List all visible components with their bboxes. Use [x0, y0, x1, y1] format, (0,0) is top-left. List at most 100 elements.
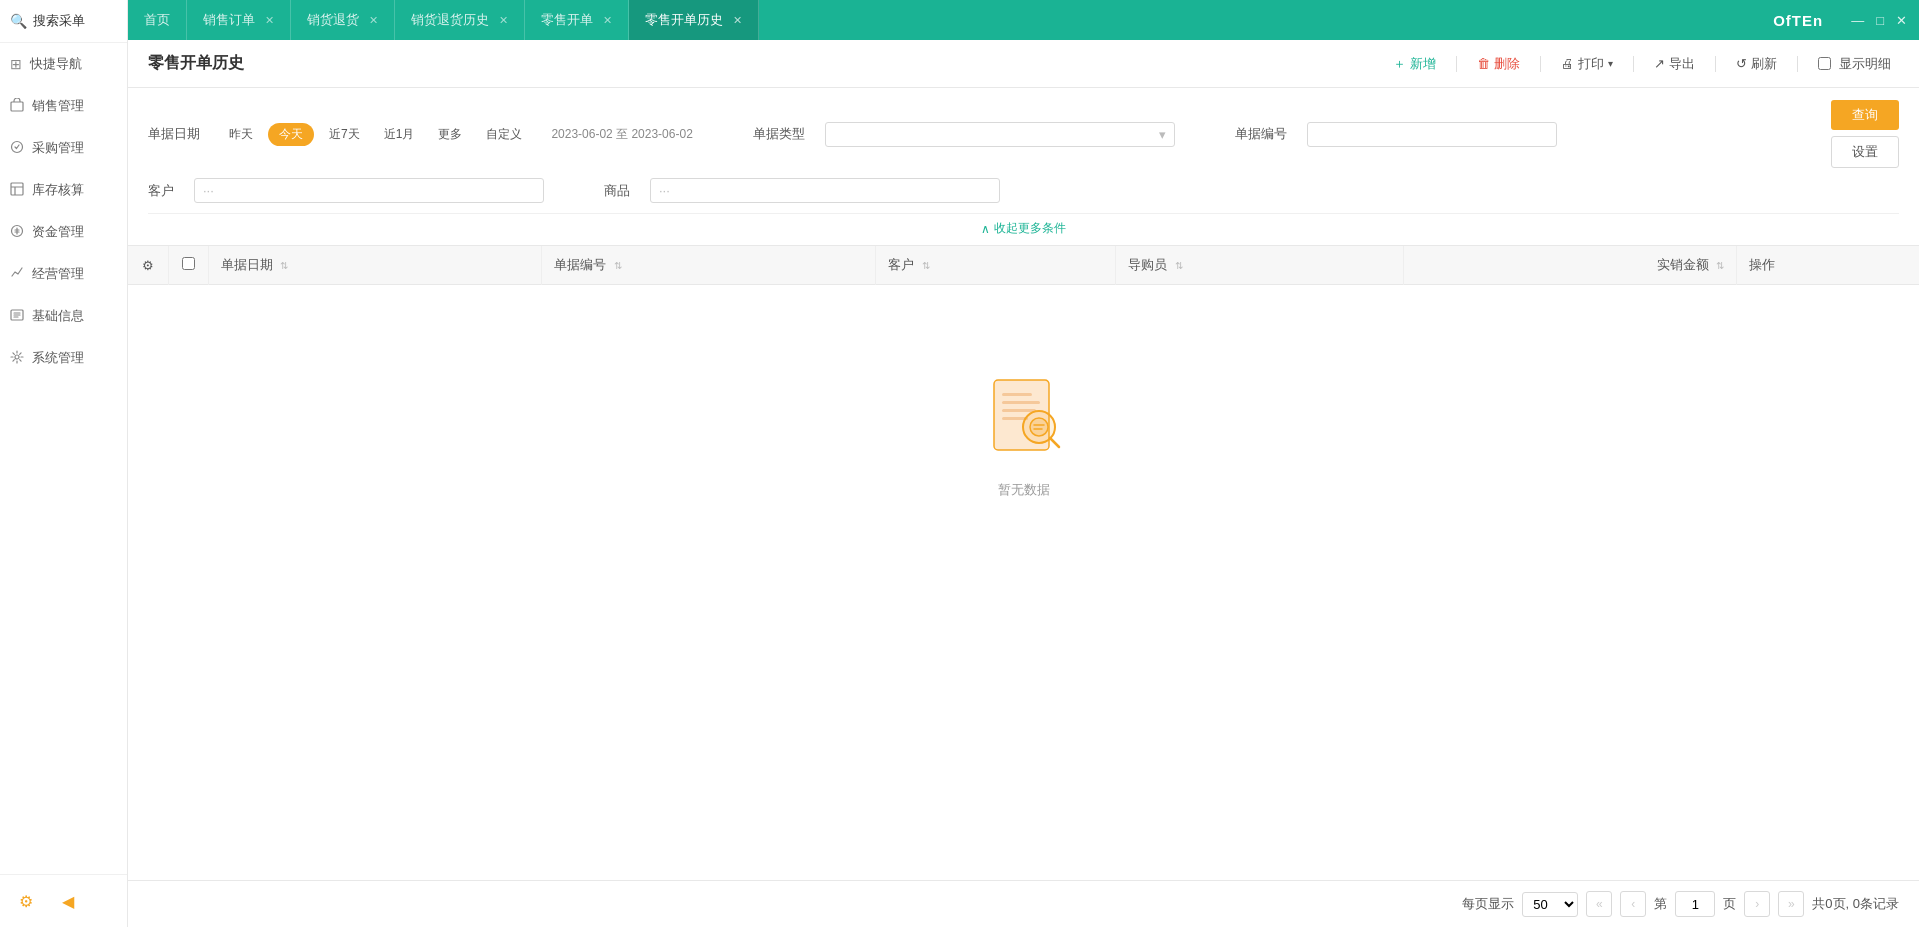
th-customer[interactable]: 客户 ⇅ — [876, 246, 1116, 285]
divider3 — [1633, 56, 1634, 72]
show-detail-checkbox[interactable] — [1818, 57, 1831, 70]
date-today-btn[interactable]: 今天 — [268, 123, 314, 146]
top-navigation: 首页 销售订单 ✕ 销货退货 ✕ 销货退货历史 ✕ 零售开单 ✕ 零售开单历史 … — [128, 0, 1919, 40]
window-close[interactable]: ✕ — [1896, 13, 1907, 28]
th-action-label: 操作 — [1749, 257, 1775, 272]
tab-sales-return-history[interactable]: 销货退货历史 ✕ — [395, 0, 525, 40]
salesperson-sort-icon: ⇅ — [1175, 260, 1183, 271]
tab-sales-return-close[interactable]: ✕ — [369, 14, 378, 27]
tab-sales-return-history-label: 销货退货历史 — [411, 11, 489, 29]
filter-row-1: 单据日期 昨天 今天 近7天 近1月 更多 自定义 2023-06-02 至 2… — [148, 100, 1899, 168]
filter-setting-button[interactable]: 设置 — [1831, 136, 1899, 168]
sidebar-item-basic-info[interactable]: 基础信息 — [0, 295, 127, 337]
current-page-input[interactable] — [1675, 891, 1715, 917]
tab-retail-open[interactable]: 零售开单 ✕ — [525, 0, 629, 40]
tab-retail-history-close[interactable]: ✕ — [733, 14, 742, 27]
sidebar-item-sales-mgmt[interactable]: 销售管理 — [0, 85, 127, 127]
tab-sales-order-label: 销售订单 — [203, 11, 255, 29]
customer-select[interactable]: ··· — [194, 178, 544, 203]
tab-sales-order[interactable]: 销售订单 ✕ — [187, 0, 291, 40]
export-button[interactable]: ↗ 导出 — [1646, 51, 1703, 77]
svg-rect-7 — [1002, 393, 1032, 396]
th-settings[interactable]: ⚙ — [128, 246, 168, 285]
date-1month-btn[interactable]: 近1月 — [375, 123, 424, 146]
show-detail-button[interactable]: 显示明细 — [1810, 51, 1899, 77]
collapse-sidebar-btn[interactable]: ◀ — [52, 885, 84, 917]
doc-no-label: 单据编号 — [1235, 125, 1287, 143]
per-page-select[interactable]: 10 20 50 100 — [1522, 892, 1578, 917]
print-button[interactable]: 🖨 打印 ▾ — [1553, 51, 1621, 77]
doc-type-arrow-icon: ▾ — [1159, 127, 1166, 142]
export-label: 导出 — [1669, 55, 1695, 73]
tab-sales-order-close[interactable]: ✕ — [265, 14, 274, 27]
svg-rect-9 — [1002, 409, 1036, 412]
window-maximize[interactable]: □ — [1876, 13, 1884, 28]
date-more-btn[interactable]: 更多 — [429, 123, 471, 146]
tab-retail-history[interactable]: 零售开单历史 ✕ — [629, 0, 759, 40]
doc-type-select[interactable]: ▾ — [825, 122, 1175, 147]
sidebar-item-operations[interactable]: 经营管理 — [0, 253, 127, 295]
settings-gear-btn[interactable]: ⚙ — [10, 885, 42, 917]
search-icon: 🔍 — [10, 13, 27, 29]
sidebar-item-label: 经营管理 — [32, 265, 84, 283]
next-page-btn[interactable]: › — [1744, 891, 1770, 917]
collapse-filter-btn[interactable]: ∧ 收起更多条件 — [981, 220, 1066, 237]
sidebar-item-label: 基础信息 — [32, 307, 84, 325]
sidebar-item-inventory[interactable]: 库存核算 — [0, 169, 127, 211]
no-sort-icon: ⇅ — [614, 260, 622, 271]
select-all-checkbox[interactable] — [182, 257, 195, 270]
add-button[interactable]: ＋ 新增 — [1385, 51, 1444, 77]
column-settings-icon[interactable]: ⚙ — [142, 258, 154, 273]
tab-sales-return[interactable]: 销货退货 ✕ — [291, 0, 395, 40]
data-table: ⚙ 单据日期 ⇅ 单据编号 ⇅ 客户 ⇅ — [128, 246, 1919, 579]
window-minimize[interactable]: — — [1851, 13, 1864, 28]
tab-sales-return-history-close[interactable]: ✕ — [499, 14, 508, 27]
th-salesperson-label: 导购员 — [1128, 257, 1167, 272]
query-button[interactable]: 查询 — [1831, 100, 1899, 130]
svg-point-5 — [15, 355, 19, 359]
doc-no-input[interactable] — [1307, 122, 1557, 147]
tab-retail-open-close[interactable]: ✕ — [603, 14, 612, 27]
th-amount[interactable]: 实销金额 ⇅ — [1403, 246, 1737, 285]
date-custom-btn[interactable]: 自定义 — [477, 123, 531, 146]
divider5 — [1797, 56, 1798, 72]
date-sort-icon: ⇅ — [280, 260, 288, 271]
prev-page-btn[interactable]: ‹ — [1620, 891, 1646, 917]
last-page-btn[interactable]: » — [1778, 891, 1804, 917]
collapse-up-icon: ∧ — [981, 222, 990, 236]
th-salesperson[interactable]: 导购员 ⇅ — [1116, 246, 1403, 285]
customer-sort-icon: ⇅ — [922, 260, 930, 271]
svg-point-12 — [1030, 418, 1048, 436]
finance-icon — [10, 224, 24, 241]
filter-row-2: 客户 ··· 商品 ··· — [148, 178, 1899, 203]
svg-rect-2 — [11, 183, 23, 195]
tab-home[interactable]: 首页 — [128, 0, 187, 40]
first-page-btn[interactable]: « — [1586, 891, 1612, 917]
th-checkbox[interactable] — [168, 246, 208, 285]
sidebar-item-finance[interactable]: 资金管理 — [0, 211, 127, 253]
tab-retail-open-label: 零售开单 — [541, 11, 593, 29]
sidebar-item-purchase-mgmt[interactable]: 采购管理 — [0, 127, 127, 169]
inventory-icon — [10, 182, 24, 199]
divider2 — [1540, 56, 1541, 72]
sidebar-item-quick-nav[interactable]: ⊞ 快捷导航 — [0, 43, 127, 85]
empty-icon — [974, 365, 1074, 465]
goods-select[interactable]: ··· — [650, 178, 1000, 203]
th-amount-label: 实销金额 — [1657, 257, 1709, 272]
sidebar-item-label: 系统管理 — [32, 349, 84, 367]
th-no[interactable]: 单据编号 ⇅ — [542, 246, 876, 285]
th-date-label: 单据日期 — [221, 257, 273, 272]
date-quick-buttons: 昨天 今天 近7天 近1月 更多 自定义 — [220, 123, 531, 146]
delete-button[interactable]: 🗑 删除 — [1469, 51, 1528, 77]
date-yesterday-btn[interactable]: 昨天 — [220, 123, 262, 146]
refresh-label: 刷新 — [1751, 55, 1777, 73]
print-icon: 🖨 — [1561, 56, 1574, 71]
th-date[interactable]: 单据日期 ⇅ — [208, 246, 542, 285]
sidebar-item-sys-mgmt[interactable]: 系统管理 — [0, 337, 127, 379]
sidebar-search[interactable]: 🔍 搜索采单 — [0, 0, 127, 43]
sales-icon — [10, 98, 24, 115]
date-7days-btn[interactable]: 近7天 — [320, 123, 369, 146]
doc-type-label: 单据类型 — [753, 125, 805, 143]
goods-placeholder: ··· — [659, 183, 670, 198]
refresh-button[interactable]: ↺ 刷新 — [1728, 51, 1785, 77]
